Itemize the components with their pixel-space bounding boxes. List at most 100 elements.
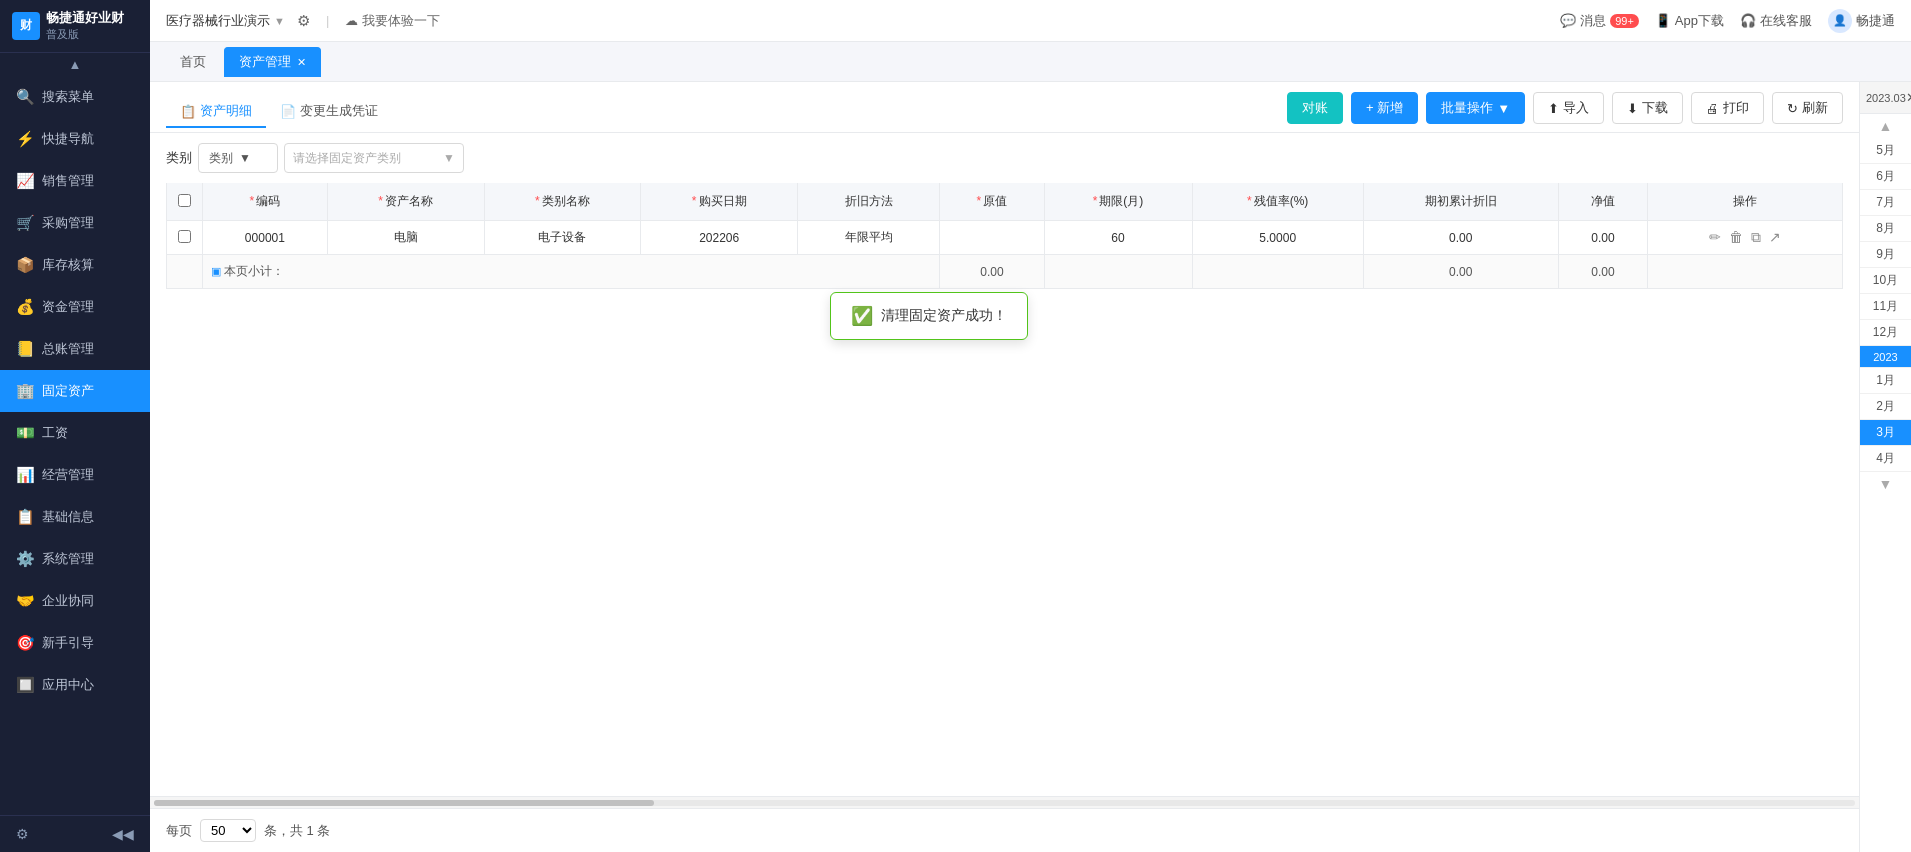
print-btn[interactable]: 🖨 打印: [1691, 92, 1764, 124]
category-value-select[interactable]: 请选择固定资产类别 ▼: [284, 143, 464, 173]
row-residual-rate: 5.0000: [1192, 221, 1363, 255]
sub-tab-asset-detail[interactable]: 📋 资产明细: [166, 96, 266, 128]
sidebar-item-fixed-assets[interactable]: 🏢固定资产: [0, 370, 150, 412]
cloud-icon: ☁: [345, 13, 358, 28]
app-center-icon: 🔲: [16, 676, 34, 694]
month-9[interactable]: 9月: [1860, 242, 1911, 268]
reconcile-btn[interactable]: 对账: [1287, 92, 1343, 124]
select-all-header[interactable]: [167, 183, 203, 221]
month-5[interactable]: 5月: [1860, 138, 1911, 164]
company-settings-icon[interactable]: ⚙: [297, 12, 310, 30]
delete-icon[interactable]: 🗑: [1729, 229, 1743, 246]
row-checkbox[interactable]: [178, 230, 191, 243]
search-icon: 🔍: [16, 88, 34, 106]
current-year-label: 2023: [1860, 346, 1911, 368]
quick-nav-icon: ⚡: [16, 130, 34, 148]
subtotal-net-value: 0.00: [1558, 255, 1648, 289]
batch-ops-btn[interactable]: 批量操作 ▼: [1426, 92, 1525, 124]
close-panel-icon[interactable]: ✕: [1906, 90, 1911, 105]
month-4[interactable]: 4月: [1860, 446, 1911, 472]
sales-icon: 📈: [16, 172, 34, 190]
subtotal-label: ▣ 本页小计：: [203, 255, 940, 289]
sidebar-item-search[interactable]: 🔍搜索菜单: [0, 76, 150, 118]
sidebar-item-enterprise[interactable]: 🤝企业协同: [0, 580, 150, 622]
user-info[interactable]: 👤 畅捷通: [1828, 9, 1895, 33]
month-7[interactable]: 7月: [1860, 190, 1911, 216]
voucher-gen-icon: 📄: [280, 104, 296, 119]
service-icon: 🎧: [1740, 13, 1756, 28]
sidebar-logo: 财 畅捷通好业财 普及版: [0, 0, 150, 53]
new-btn[interactable]: + 新增: [1351, 92, 1418, 124]
row-net-value: 0.00: [1558, 221, 1648, 255]
sidebar-item-capital[interactable]: 💰资金管理: [0, 286, 150, 328]
success-message: 清理固定资产成功！: [881, 307, 1007, 325]
sidebar-item-sales[interactable]: 📈销售管理: [0, 160, 150, 202]
collapse-icon[interactable]: ◀◀: [112, 826, 134, 842]
toolbar-right-buttons: 对账 + 新增 批量操作 ▼ ⬆ 导入 ⬇ 下载: [1287, 92, 1843, 132]
select-all-checkbox[interactable]: [178, 194, 191, 207]
sub-tab-voucher-gen[interactable]: 📄 变更生成凭证: [266, 96, 392, 128]
scroll-thumb[interactable]: [154, 800, 654, 806]
more-icon[interactable]: ↗: [1769, 229, 1781, 246]
download-btn[interactable]: ⬇ 下载: [1612, 92, 1683, 124]
category-type-select[interactable]: 类别 ▼: [198, 143, 278, 173]
sidebar-item-salary[interactable]: 💵工资: [0, 412, 150, 454]
sidebar-item-operations[interactable]: 📊经营管理: [0, 454, 150, 496]
sidebar-item-purchase[interactable]: 🛒采购管理: [0, 202, 150, 244]
sidebar-item-ledger[interactable]: 📒总账管理: [0, 328, 150, 370]
row-depreciation: 年限平均: [798, 221, 940, 255]
month-2[interactable]: 2月: [1860, 394, 1911, 420]
purchase-icon: 🛒: [16, 214, 34, 232]
tab-close-icon[interactable]: ✕: [297, 56, 306, 69]
content-area: 📋 资产明细 📄 变更生成凭证 对账 + 新增 批量操作: [150, 82, 1911, 852]
avatar: 👤: [1828, 9, 1852, 33]
sidebar-item-inventory[interactable]: 📦库存核算: [0, 244, 150, 286]
panel-scroll-down[interactable]: ▼: [1860, 472, 1911, 496]
col-period: *期限(月): [1044, 183, 1192, 221]
tab-asset-mgmt[interactable]: 资产管理 ✕: [224, 47, 321, 77]
company-dropdown-arrow: ▼: [274, 15, 285, 27]
import-btn[interactable]: ⬆ 导入: [1533, 92, 1604, 124]
row-name: 电脑: [327, 221, 484, 255]
panel-scroll-up[interactable]: ▲: [1860, 114, 1911, 138]
capital-icon: 💰: [16, 298, 34, 316]
col-net-value: 净值: [1558, 183, 1648, 221]
basic-info-icon: 📋: [16, 508, 34, 526]
scroll-track: [154, 800, 1855, 806]
row-checkbox-cell[interactable]: [167, 221, 203, 255]
tabs-bar: 首页 资产管理 ✕: [150, 42, 1911, 82]
col-name: *资产名称: [327, 183, 484, 221]
refresh-btn[interactable]: ↻ 刷新: [1772, 92, 1843, 124]
col-category: *类别名称: [484, 183, 641, 221]
tab-home[interactable]: 首页: [166, 47, 220, 77]
sidebar-bottom: ⚙ ◀◀: [0, 815, 150, 852]
sidebar-scroll-up[interactable]: ▲: [0, 53, 150, 76]
month-6[interactable]: 6月: [1860, 164, 1911, 190]
sidebar-item-guide[interactable]: 🎯新手引导: [0, 622, 150, 664]
settings-icon[interactable]: ⚙: [16, 826, 29, 842]
month-3-active[interactable]: 3月: [1860, 420, 1911, 446]
month-11[interactable]: 11月: [1860, 294, 1911, 320]
sidebar-item-quick-nav[interactable]: ⚡快捷导航: [0, 118, 150, 160]
month-10[interactable]: 10月: [1860, 268, 1911, 294]
month-12[interactable]: 12月: [1860, 320, 1911, 346]
month-1[interactable]: 1月: [1860, 368, 1911, 394]
per-page-select[interactable]: 50 100 200: [200, 819, 256, 842]
copy-icon[interactable]: ⧉: [1751, 229, 1761, 246]
messages-btn[interactable]: 💬 消息 99+: [1560, 12, 1639, 30]
subtotal-row: ▣ 本页小计： 0.00 0.00 0.00: [167, 255, 1843, 289]
table-container: *编码 *资产名称 *类别名称 *购买日期 折旧方法 *原值 *期限(月) *残…: [150, 183, 1859, 796]
month-8[interactable]: 8月: [1860, 216, 1911, 242]
month-list-prev-year: 5月 6月 7月 8月 9月 10月 11月 12月: [1860, 138, 1911, 346]
company-selector[interactable]: 医疗器械行业演示 ▼: [166, 12, 285, 30]
horizontal-scrollbar[interactable]: [150, 796, 1859, 808]
sidebar-item-system[interactable]: ⚙️系统管理: [0, 538, 150, 580]
sidebar-item-basic-info[interactable]: 📋基础信息: [0, 496, 150, 538]
print-icon: 🖨: [1706, 101, 1719, 116]
edit-icon[interactable]: ✏: [1709, 229, 1721, 246]
sidebar-item-app-center[interactable]: 🔲应用中心: [0, 664, 150, 706]
experience-btn[interactable]: ☁ 我要体验一下: [345, 12, 440, 30]
pagination: 每页 50 100 200 条，共 1 条: [150, 808, 1859, 852]
online-service-btn[interactable]: 🎧 在线客服: [1740, 12, 1812, 30]
app-download-btn[interactable]: 📱 App下载: [1655, 12, 1724, 30]
